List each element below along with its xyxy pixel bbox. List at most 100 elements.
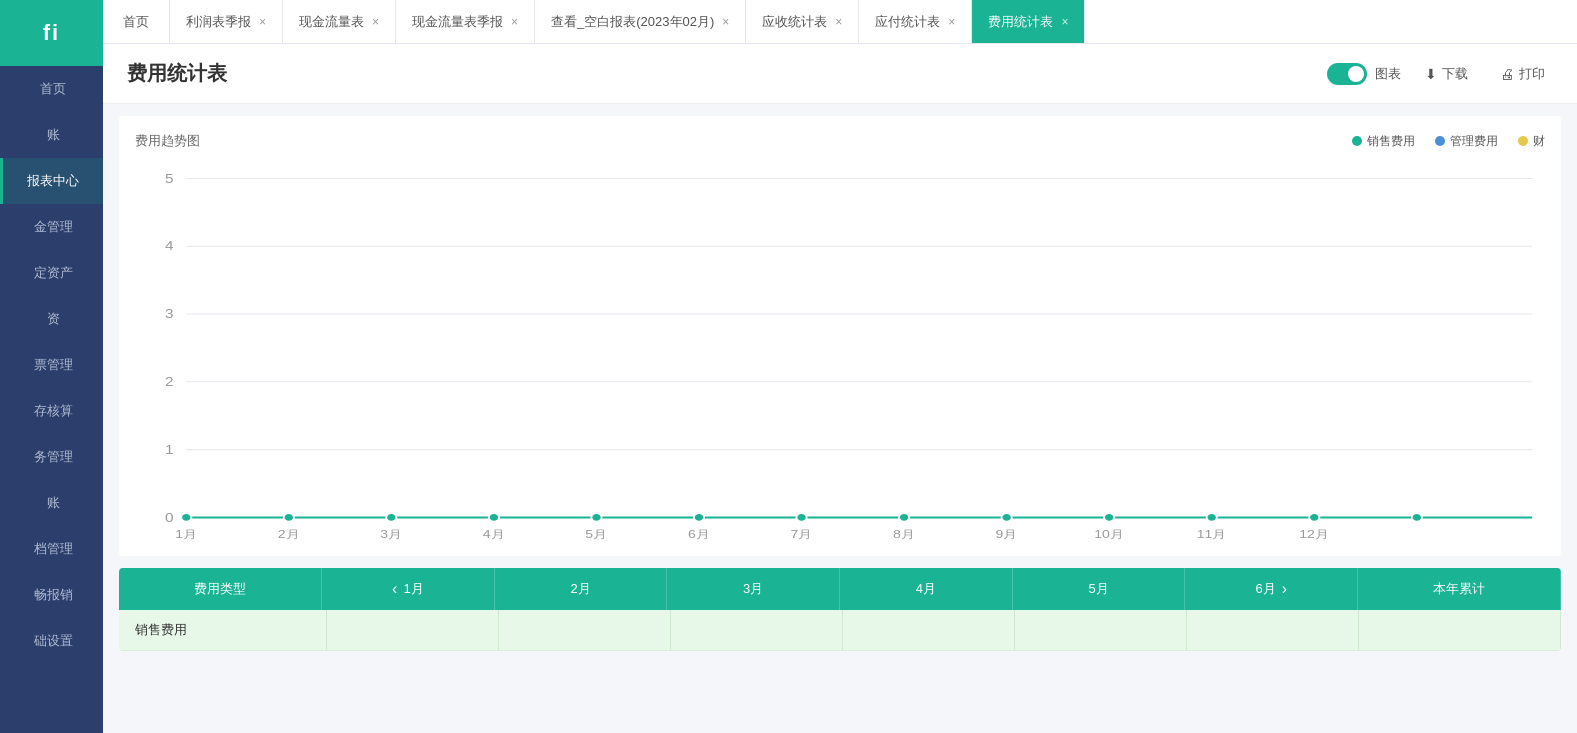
print-button[interactable]: 🖨 打印 — [1492, 61, 1553, 87]
tab-home-label: 首页 — [123, 13, 149, 31]
tab-bar: 首页 利润表季报 × 现金流量表 × 现金流量表季报 × 查看_空白报表(202… — [103, 0, 1577, 44]
svg-text:1: 1 — [165, 442, 174, 456]
svg-point-20 — [1002, 513, 1012, 521]
chart-legend: 销售费用 管理费用 财 — [1352, 133, 1545, 150]
td-may-sales — [1015, 610, 1187, 650]
print-label: 打印 — [1519, 65, 1545, 83]
svg-text:5月: 5月 — [585, 527, 607, 540]
page-header: 费用统计表 图表 ⬇ 下载 🖨 打印 — [103, 44, 1577, 104]
svg-text:4月: 4月 — [483, 527, 505, 540]
legend-sales: 销售费用 — [1352, 133, 1415, 150]
tab-expense[interactable]: 费用统计表 × — [972, 0, 1085, 44]
tab-cashflow[interactable]: 现金流量表 × — [283, 0, 396, 44]
sidebar-item-settings[interactable]: 础设置 — [0, 618, 103, 664]
sidebar-item-archive[interactable]: 档管理 — [0, 526, 103, 572]
close-icon[interactable]: × — [1061, 16, 1068, 28]
tab-cashflow-quarterly[interactable]: 现金流量表季报 × — [396, 0, 535, 44]
svg-point-19 — [899, 513, 909, 521]
tab-receivable[interactable]: 应收统计表 × — [746, 0, 859, 44]
svg-text:6月: 6月 — [688, 527, 710, 540]
th-jun: 6月 › — [1185, 568, 1358, 610]
td-jan-sales — [327, 610, 499, 650]
th-may-label: 5月 — [1088, 580, 1108, 598]
tab-profit-quarterly[interactable]: 利润表季报 × — [170, 0, 283, 44]
sidebar-item-capital[interactable]: 资 — [0, 296, 103, 342]
td-mar-sales — [671, 610, 843, 650]
td-apr-sales — [843, 610, 1015, 650]
svg-text:1月: 1月 — [175, 527, 197, 540]
td-type-sales: 销售费用 — [119, 610, 327, 650]
svg-point-17 — [694, 513, 704, 521]
svg-point-16 — [591, 513, 601, 521]
close-icon[interactable]: × — [948, 16, 955, 28]
svg-text:4: 4 — [165, 239, 174, 253]
chart-header: 费用趋势图 销售费用 管理费用 财 — [135, 132, 1545, 150]
th-feb-label: 2月 — [570, 580, 590, 598]
svg-point-21 — [1104, 513, 1114, 521]
sidebar-item-finance[interactable]: 金管理 — [0, 204, 103, 250]
legend-dot-sales — [1352, 136, 1362, 146]
tab-label: 费用统计表 — [988, 13, 1053, 31]
close-icon[interactable]: × — [511, 16, 518, 28]
close-icon[interactable]: × — [259, 16, 266, 28]
sidebar-item-services[interactable]: 务管理 — [0, 434, 103, 480]
th-apr-label: 4月 — [916, 580, 936, 598]
svg-point-15 — [489, 513, 499, 521]
th-jan-label: 1月 — [403, 580, 423, 598]
svg-text:0: 0 — [165, 510, 174, 524]
sidebar-item-account[interactable]: 账 — [0, 480, 103, 526]
nav-next-arrow[interactable]: › — [1282, 580, 1287, 598]
nav-prev-arrow[interactable]: ‹ — [392, 580, 397, 598]
tab-home[interactable]: 首页 — [103, 0, 170, 44]
th-may: 5月 — [1013, 568, 1186, 610]
svg-point-13 — [284, 513, 294, 521]
tab-blank-report[interactable]: 查看_空白报表(2023年02月) × — [535, 0, 746, 44]
td-ytd-sales — [1359, 610, 1561, 650]
svg-text:9月: 9月 — [996, 527, 1018, 540]
sidebar-item-inventory[interactable]: 存核算 — [0, 388, 103, 434]
chart-section: 费用趋势图 销售费用 管理费用 财 — [119, 116, 1561, 556]
svg-text:8月: 8月 — [893, 527, 915, 540]
th-type: 费用类型 — [119, 568, 322, 610]
sidebar-item-reimbursement[interactable]: 畅报销 — [0, 572, 103, 618]
legend-label-sales: 销售费用 — [1367, 133, 1415, 150]
svg-text:11月: 11月 — [1197, 527, 1227, 540]
close-icon[interactable]: × — [372, 16, 379, 28]
td-feb-sales — [499, 610, 671, 650]
table-row-sales: 销售费用 — [119, 610, 1561, 651]
svg-text:7月: 7月 — [790, 527, 812, 540]
download-button[interactable]: ⬇ 下载 — [1417, 61, 1476, 87]
th-ytd-label: 本年累计 — [1433, 580, 1485, 598]
chart-svg: 5 4 3 2 1 0 — [135, 160, 1545, 540]
tab-label: 现金流量表 — [299, 13, 364, 31]
svg-point-23 — [1309, 513, 1319, 521]
legend-label-finance: 财 — [1533, 133, 1545, 150]
th-jan: ‹ 1月 — [322, 568, 495, 610]
sidebar-item-home[interactable]: 首页 — [0, 66, 103, 112]
sidebar: fi 首页 账 报表中心 金管理 定资产 资 票管理 存核算 务管理 账 档管理… — [0, 0, 103, 733]
svg-text:12月: 12月 — [1299, 527, 1329, 540]
tab-label: 查看_空白报表(2023年02月) — [551, 13, 714, 31]
download-icon: ⬇ — [1425, 66, 1437, 82]
svg-text:10月: 10月 — [1094, 527, 1124, 540]
svg-text:2: 2 — [165, 374, 174, 388]
main-content: 首页 利润表季报 × 现金流量表 × 现金流量表季报 × 查看_空白报表(202… — [103, 0, 1577, 733]
legend-label-admin: 管理费用 — [1450, 133, 1498, 150]
close-icon[interactable]: × — [835, 16, 842, 28]
sidebar-item-ledger[interactable]: 账 — [0, 112, 103, 158]
sidebar-item-assets[interactable]: 定资产 — [0, 250, 103, 296]
sidebar-item-bills[interactable]: 票管理 — [0, 342, 103, 388]
chart-toggle[interactable] — [1327, 63, 1367, 85]
table-header: 费用类型 ‹ 1月 2月 3月 4月 5月 — [119, 568, 1561, 610]
sidebar-item-reports[interactable]: 报表中心 — [0, 158, 103, 204]
th-apr: 4月 — [840, 568, 1013, 610]
tab-label: 现金流量表季报 — [412, 13, 503, 31]
svg-text:5: 5 — [165, 171, 174, 185]
th-mar: 3月 — [667, 568, 840, 610]
content-area: 费用统计表 图表 ⬇ 下载 🖨 打印 费用趋势图 — [103, 44, 1577, 733]
svg-point-12 — [181, 513, 191, 521]
close-icon[interactable]: × — [722, 16, 729, 28]
svg-point-22 — [1207, 513, 1217, 521]
tab-payable[interactable]: 应付统计表 × — [859, 0, 972, 44]
header-actions: 图表 ⬇ 下载 🖨 打印 — [1327, 61, 1553, 87]
